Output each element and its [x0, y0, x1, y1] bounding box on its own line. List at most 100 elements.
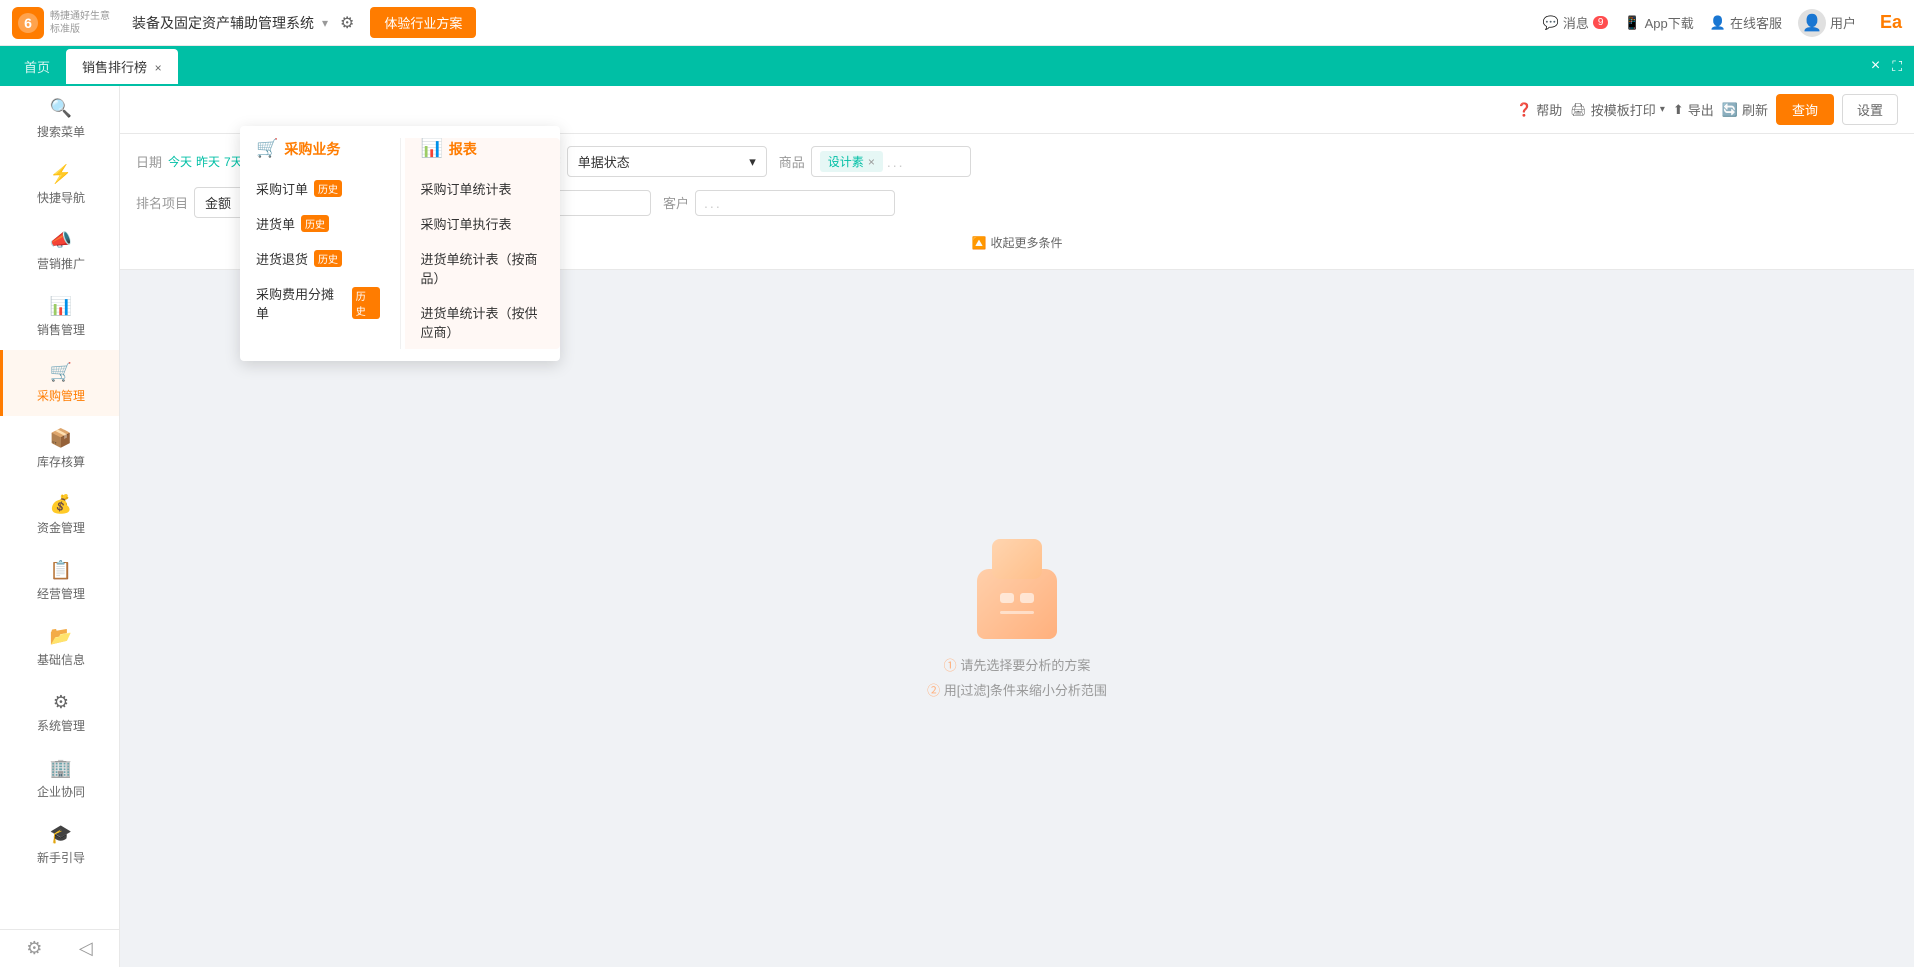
print-button[interactable]: 🖨 按模板打印 ▾: [1570, 94, 1665, 125]
basic-icon: 📂: [50, 626, 72, 647]
goods-tag-close[interactable]: ×: [868, 155, 875, 169]
report-order-stat-label: 采购订单统计表: [421, 179, 512, 198]
collapse-button[interactable]: 🔼 收起更多条件: [972, 234, 1063, 251]
sidebar-item-sales[interactable]: 📊 销售管理: [0, 284, 119, 350]
message-action[interactable]: 💬 消息 9: [1543, 13, 1609, 32]
query-button[interactable]: 查询: [1776, 94, 1834, 125]
sidebar-item-operation[interactable]: 📋 经营管理: [0, 548, 119, 614]
sidebar-system-label: 系统管理: [37, 717, 85, 734]
service-label: 在线客服: [1730, 13, 1782, 32]
app-label: App下载: [1645, 13, 1694, 32]
goods-dots[interactable]: ...: [887, 154, 905, 170]
report-col-icon: 📊: [421, 138, 443, 159]
purchase-expense-label: 采购费用分摊单: [256, 284, 346, 322]
service-action[interactable]: 👤 在线客服: [1710, 13, 1782, 32]
sidebar-marketing-label: 营销推广: [37, 255, 85, 272]
system-settings-icon[interactable]: ⚙: [340, 13, 354, 33]
guide-icon: 🎓: [50, 824, 72, 845]
logo-icon: 6: [12, 7, 44, 39]
purchase-col-title: 🛒 采购业务: [248, 138, 388, 159]
dropdown-divider: [400, 138, 401, 349]
sidebar-basic-label: 基础信息: [37, 651, 85, 668]
sidebar-settings-icon[interactable]: ⚙: [26, 938, 42, 959]
svg-text:6: 6: [24, 15, 32, 31]
rank-value: 金额: [205, 193, 231, 212]
content-area: ❓ 帮助 🖨 按模板打印 ▾ ⬆ 导出 🔄 刷新 查询 设置: [120, 86, 1914, 967]
sidebar-capital-label: 资金管理: [37, 519, 85, 536]
capital-icon: 💰: [50, 494, 72, 515]
sidebar-item-inventory[interactable]: 📦 库存核算: [0, 416, 119, 482]
help-button[interactable]: ❓ 帮助: [1516, 94, 1562, 125]
sidebar-item-quick[interactable]: ⚡ 快捷导航: [0, 152, 119, 218]
dropdown-purchase-order[interactable]: 采购订单 历史: [248, 171, 388, 206]
sidebar-item-guide[interactable]: 🎓 新手引导: [0, 812, 119, 878]
print-icon: 🖨: [1570, 102, 1587, 118]
user-action[interactable]: 👤 用户: [1798, 9, 1856, 37]
purchase-col-label: 采购业务: [284, 139, 340, 159]
tab-home[interactable]: 首页: [8, 49, 66, 84]
report-col-title: 📊 报表: [413, 138, 553, 159]
dropdown-purchase-expense[interactable]: 采购费用分摊单 历史: [248, 276, 388, 330]
sidebar-item-marketing[interactable]: 📣 营销推广: [0, 218, 119, 284]
logo-line1: 畅捷通好生意: [50, 10, 110, 23]
sidebar-item-system[interactable]: ⚙ 系统管理: [0, 680, 119, 746]
collapse-up-icon: 🔼: [972, 236, 987, 250]
sidebar-item-search[interactable]: 🔍 搜索菜单: [0, 86, 119, 152]
rank-label: 排名项目: [136, 193, 188, 212]
logo-text: 畅捷通好生意 标准版: [50, 10, 110, 36]
dropdown-purchase-return[interactable]: 进货退货 历史: [248, 241, 388, 276]
sidebar: 🔍 搜索菜单 ⚡ 快捷导航 📣 营销推广 📊 销售管理 🛒 采购管理 📦 库存核…: [0, 86, 120, 967]
tab-sales-ranking[interactable]: 销售排行榜 ×: [66, 49, 178, 84]
system-title: 装备及固定资产辅助管理系统 ▾ ⚙ 体验行业方案: [132, 7, 1543, 38]
window-expand-icon[interactable]: ⛶: [1888, 58, 1906, 75]
collapse-label: 收起更多条件: [990, 234, 1062, 251]
help-label: 帮助: [1536, 100, 1562, 119]
system-dropdown-arrow[interactable]: ▾: [322, 16, 328, 30]
customer-dots[interactable]: ...: [704, 195, 722, 211]
marketing-icon: 📣: [50, 230, 72, 251]
sidebar-enterprise-label: 企业协同: [37, 783, 85, 800]
inventory-icon: 📦: [50, 428, 72, 449]
doc-status-select[interactable]: 单据状态 ▾: [567, 146, 767, 177]
sidebar-sales-label: 销售管理: [37, 321, 85, 338]
date-label: 日期: [136, 152, 162, 171]
sales-icon: 📊: [50, 296, 72, 317]
system-icon: ⚙: [53, 692, 69, 713]
logo-area: 6 畅捷通好生意 标准版: [12, 7, 132, 39]
sidebar-item-capital[interactable]: 💰 资金管理: [0, 482, 119, 548]
industry-button[interactable]: 体验行业方案: [370, 7, 476, 38]
message-badge: 9: [1593, 16, 1609, 29]
app-icon: 📱: [1624, 15, 1640, 31]
sidebar-item-basic[interactable]: 📂 基础信息: [0, 614, 119, 680]
sidebar-collapse-icon[interactable]: ◁: [79, 938, 93, 959]
sidebar-quick-label: 快捷导航: [37, 189, 85, 206]
sidebar-item-enterprise[interactable]: 🏢 企业协同: [0, 746, 119, 812]
print-dropdown-icon: ▾: [1660, 104, 1665, 115]
system-name: 装备及固定资产辅助管理系统: [132, 13, 314, 33]
report-inbound-goods-label: 进货单统计表（按商品）: [421, 249, 545, 287]
operation-icon: 📋: [50, 560, 72, 581]
doc-status-arrow: ▾: [749, 154, 756, 170]
tab-close-icon[interactable]: ×: [155, 61, 162, 75]
sidebar-item-purchase[interactable]: 🛒 采购管理: [0, 350, 119, 416]
filter-goods: 商品 设计素 × ...: [779, 146, 971, 177]
dropdown-purchase-inbound[interactable]: 进货单 历史: [248, 206, 388, 241]
empty-hint-1: ① 请先选择要分析的方案: [944, 655, 1091, 674]
export-button[interactable]: ⬆ 导出: [1673, 94, 1714, 125]
refresh-button[interactable]: 🔄 刷新: [1722, 94, 1768, 125]
purchase-order-hist: 历史: [314, 180, 342, 197]
date-today[interactable]: 今天: [168, 153, 192, 170]
settings-button[interactable]: 设置: [1842, 94, 1898, 125]
app-download-action[interactable]: 📱 App下载: [1624, 13, 1693, 32]
print-label: 按模板打印: [1591, 100, 1656, 119]
dropdown-report-inbound-supplier[interactable]: 进货单统计表（按供应商）: [413, 295, 553, 349]
export-label: 导出: [1688, 100, 1714, 119]
dropdown-report-inbound-goods[interactable]: 进货单统计表（按商品）: [413, 241, 553, 295]
user-label: 用户: [1830, 13, 1856, 32]
date-yesterday[interactable]: 昨天: [196, 153, 220, 170]
purchase-order-label: 采购订单: [256, 179, 308, 198]
window-close-icon[interactable]: ×: [1863, 57, 1888, 75]
dropdown-report-order-exec[interactable]: 采购订单执行表: [413, 206, 553, 241]
dropdown-report-order-stat[interactable]: 采购订单统计表: [413, 171, 553, 206]
purchase-return-label: 进货退货: [256, 249, 308, 268]
